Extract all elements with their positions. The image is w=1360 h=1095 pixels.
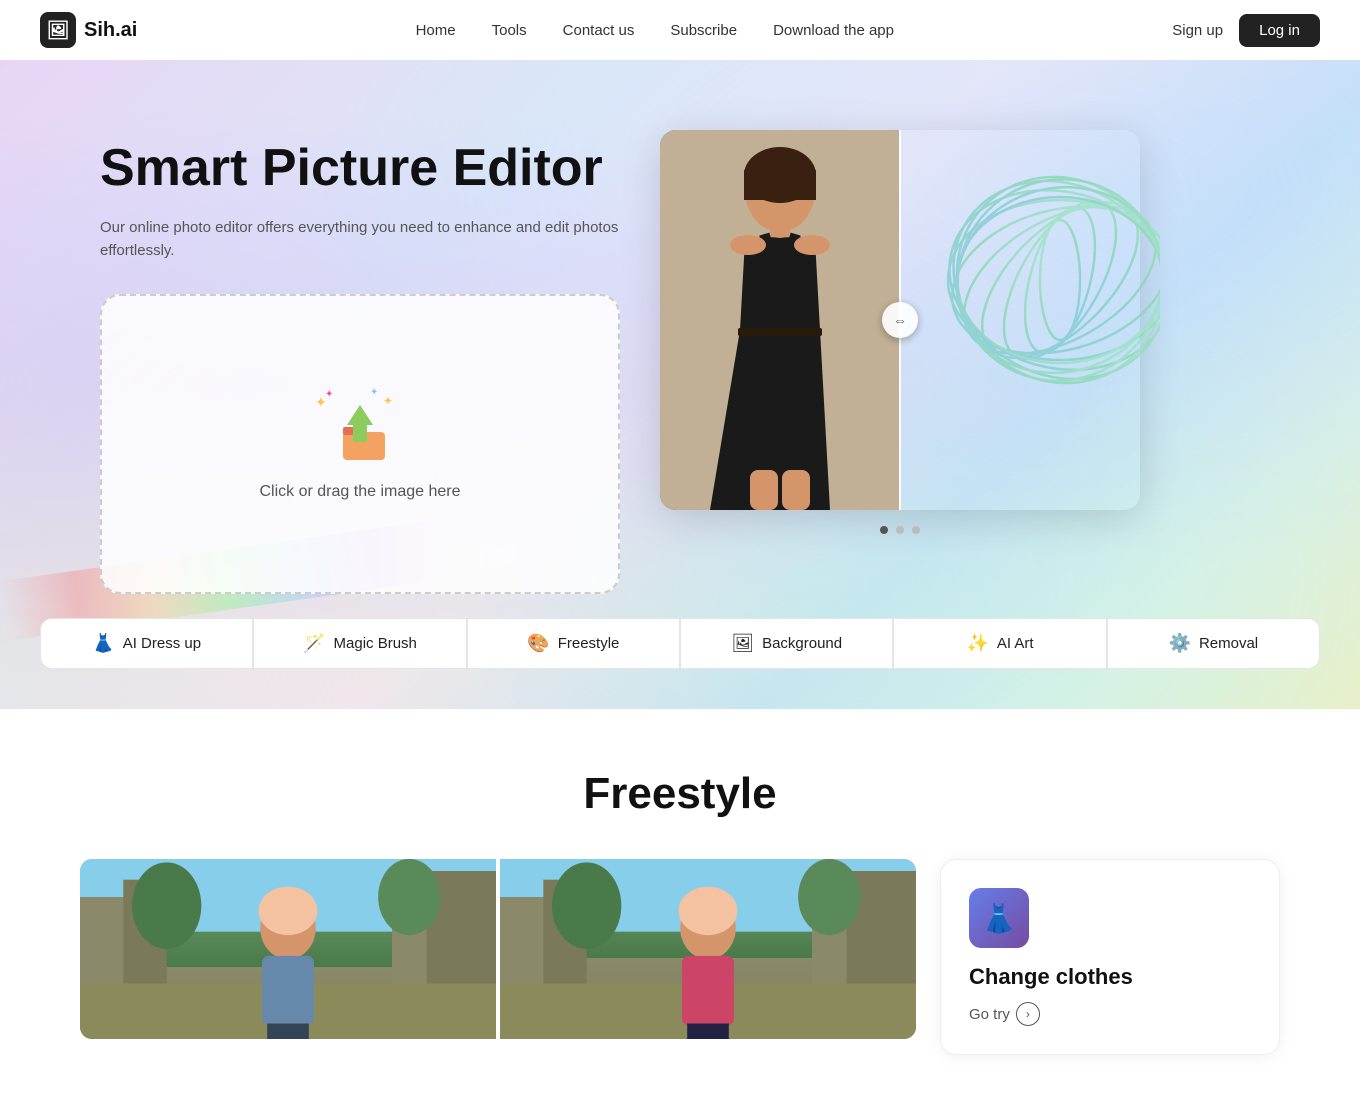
- signin-button[interactable]: Sign up: [1172, 22, 1223, 39]
- ai-art-label: AI Art: [997, 635, 1034, 652]
- removal-icon: ⚙️: [1169, 633, 1191, 654]
- freestyle-icon: 🎨: [527, 633, 549, 654]
- ai-dress-up-label: AI Dress up: [123, 635, 201, 652]
- svg-text:✦: ✦: [383, 394, 393, 408]
- nav-right: Sign up Log in: [1172, 14, 1320, 47]
- ai-dress-up-icon: 👗: [92, 633, 114, 654]
- tool-removal[interactable]: ⚙️ Removal: [1107, 618, 1320, 669]
- logo-icon: 🖼: [40, 12, 76, 48]
- upload-icon: ✦ ✦ ✦ ✦: [315, 387, 405, 467]
- section-title: Freestyle: [80, 769, 1280, 819]
- upload-box[interactable]: ✦ ✦ ✦ ✦ Click or drag the image here: [100, 294, 620, 594]
- dot-3[interactable]: [912, 526, 920, 534]
- nav-links: Home Tools Contact us Subscribe Download…: [416, 22, 894, 39]
- before-after-images: [80, 859, 916, 1039]
- nav-home[interactable]: Home: [416, 22, 456, 39]
- freestyle-section: Freestyle: [0, 709, 1360, 1095]
- nav-subscribe[interactable]: Subscribe: [670, 22, 737, 39]
- ai-art-icon: ✨: [966, 633, 988, 654]
- dot-2[interactable]: [896, 526, 904, 534]
- image-comparison[interactable]: ⇔: [660, 130, 1140, 510]
- hero-left: Smart Picture Editor Our online photo ed…: [100, 120, 620, 594]
- removal-label: Removal: [1199, 635, 1258, 652]
- svg-text:✦: ✦: [370, 387, 378, 398]
- login-button[interactable]: Log in: [1239, 14, 1320, 47]
- dot-1[interactable]: [880, 526, 888, 534]
- carousel-dots: [660, 526, 1140, 534]
- nav-tools[interactable]: Tools: [492, 22, 527, 39]
- compare-handle[interactable]: ⇔: [882, 302, 918, 338]
- hero-section: Smart Picture Editor Our online photo ed…: [0, 60, 1360, 709]
- hero-content: Smart Picture Editor Our online photo ed…: [0, 60, 1360, 594]
- svg-text:✦: ✦: [325, 389, 333, 400]
- logo[interactable]: 🖼 Sih.ai: [40, 12, 137, 48]
- go-try-label: Go try: [969, 1006, 1010, 1023]
- hero-title: Smart Picture Editor: [100, 140, 620, 197]
- navbar: 🖼 Sih.ai Home Tools Contact us Subscribe…: [0, 0, 1360, 60]
- tool-buttons-bar: 👗 AI Dress up 🪄 Magic Brush 🎨 Freestyle …: [0, 618, 1360, 669]
- after-image: [500, 859, 916, 1039]
- freestyle-label: Freestyle: [558, 635, 620, 652]
- tool-freestyle[interactable]: 🎨 Freestyle: [467, 618, 680, 669]
- logo-text: Sih.ai: [84, 19, 137, 42]
- hero-right: ⇔: [660, 120, 1140, 534]
- background-icon: 🖼: [731, 633, 754, 654]
- section-content: 👗 Change clothes Go try ›: [80, 859, 1280, 1055]
- tool-ai-dress-up[interactable]: 👗 AI Dress up: [40, 618, 253, 669]
- go-try-button[interactable]: Go try ›: [969, 1002, 1040, 1026]
- tool-magic-brush[interactable]: 🪄 Magic Brush: [253, 618, 466, 669]
- nav-contact[interactable]: Contact us: [563, 22, 635, 39]
- card-title: Change clothes: [969, 964, 1251, 990]
- go-try-arrow-icon: ›: [1016, 1002, 1040, 1026]
- card-icon: 👗: [969, 888, 1029, 948]
- nav-download[interactable]: Download the app: [773, 22, 894, 39]
- hero-description: Our online photo editor offers everythin…: [100, 217, 620, 262]
- change-clothes-card: 👗 Change clothes Go try ›: [940, 859, 1280, 1055]
- upload-text: Click or drag the image here: [260, 483, 461, 501]
- compare-left-image: [660, 130, 900, 510]
- magic-brush-label: Magic Brush: [334, 635, 417, 652]
- before-image: [80, 859, 496, 1039]
- tool-background[interactable]: 🖼 Background: [680, 618, 893, 669]
- tool-ai-art[interactable]: ✨ AI Art: [893, 618, 1106, 669]
- background-label: Background: [762, 635, 842, 652]
- magic-brush-icon: 🪄: [303, 633, 325, 654]
